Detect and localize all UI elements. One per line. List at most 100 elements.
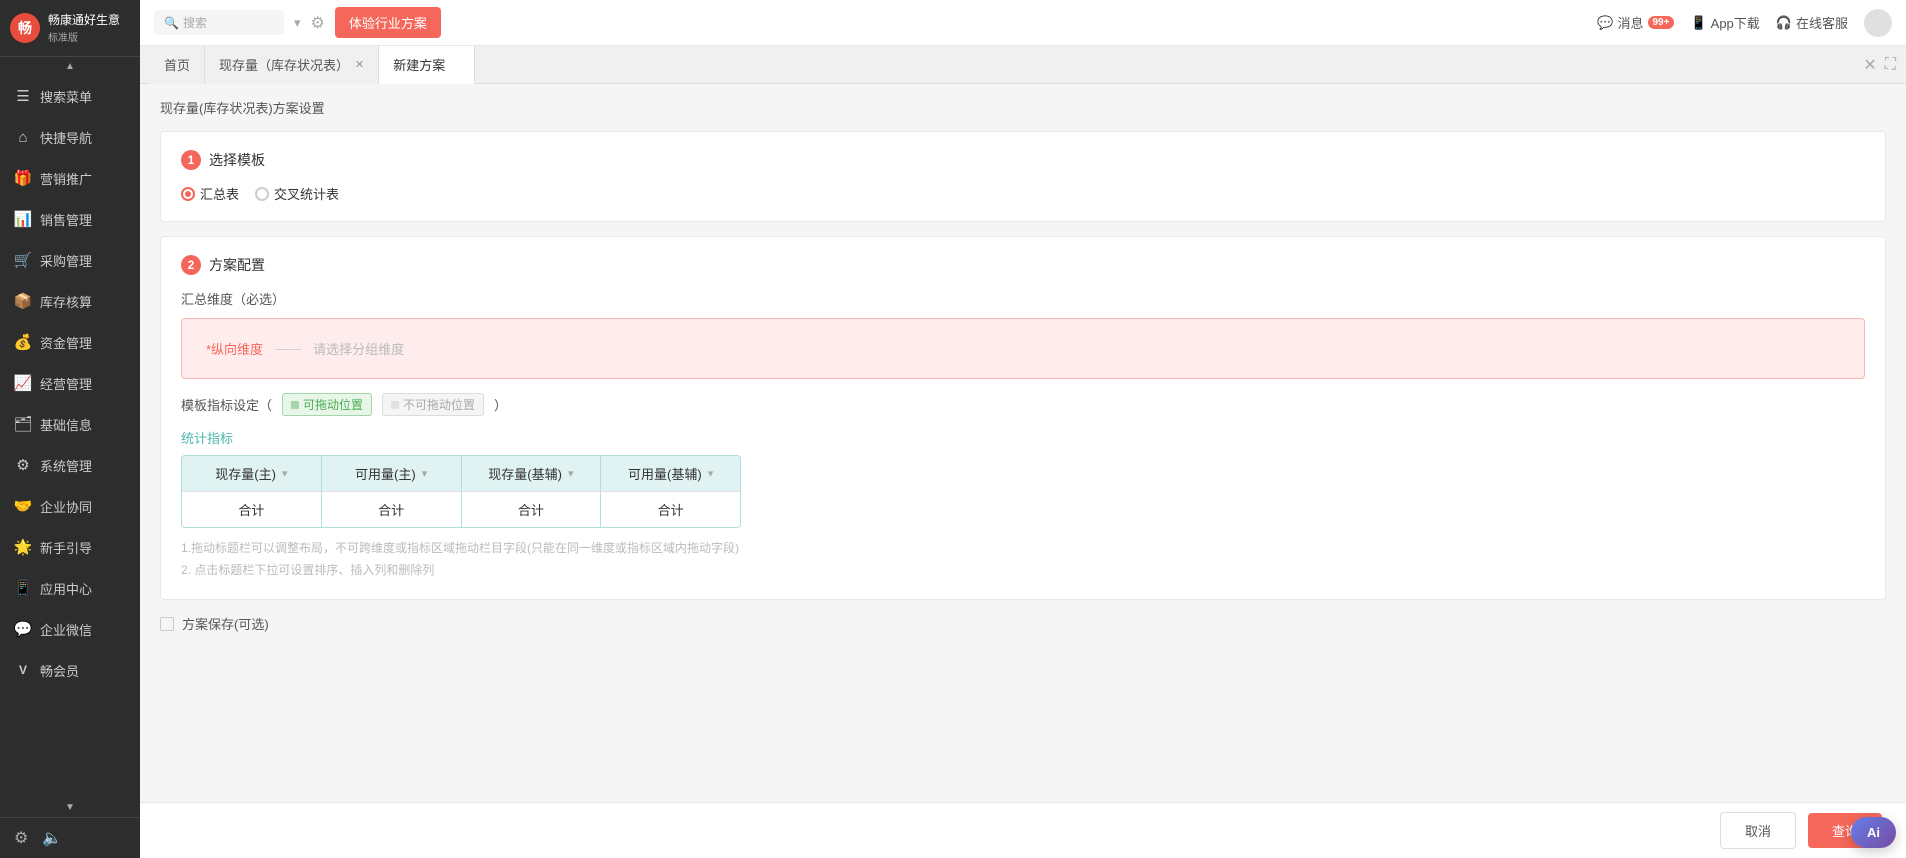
hint-section: 1.拖动标题栏可以调整布局，不可跨维度或指标区域拖动栏目字段(只能在同一维度或指… — [181, 538, 1865, 581]
col-dropdown-1[interactable]: ▾ — [422, 467, 428, 480]
no-drag-dot — [391, 401, 399, 409]
dimension-selector[interactable]: *纵向维度 —— 请选择分组维度 — [181, 318, 1865, 379]
radio-cross[interactable]: 交叉统计表 — [255, 184, 339, 203]
customer-service-label: 在线客服 — [1796, 13, 1848, 32]
sidebar-item-guide[interactable]: 🌟 新手引导 — [0, 527, 140, 568]
col-label-2: 现存量(基辅) — [488, 464, 562, 483]
col-dropdown-2[interactable]: ▾ — [568, 467, 574, 480]
col-header-3[interactable]: 可用量(基辅) ▾ — [601, 456, 740, 491]
sidebar-nav: ☰ 搜索菜单 ⌂ 快捷导航 🎁 营销推广 📊 销售管理 🛒 采购管理 📦 库存核… — [0, 76, 140, 798]
ai-float-button[interactable]: Ai — [1851, 817, 1896, 848]
dropdown-arrow[interactable]: ▾ — [294, 15, 301, 31]
user-avatar[interactable] — [1864, 9, 1892, 37]
dim-placeholder: 请选择分组维度 — [313, 339, 404, 358]
radio-cross-circle — [255, 187, 269, 201]
save-checkbox[interactable] — [160, 617, 174, 631]
sidebar-item-quick-nav[interactable]: ⌂ 快捷导航 — [0, 117, 140, 158]
sidebar-item-cooperation[interactable]: 🤝 企业协同 — [0, 486, 140, 527]
tab-new-plan[interactable]: 新建方案 ✕ — [379, 46, 475, 84]
tab-new-plan-label: 新建方案 — [393, 55, 445, 74]
sidebar-item-inventory[interactable]: 📦 库存核算 — [0, 281, 140, 322]
col-sub-label-2: 合计 — [518, 500, 544, 519]
tab-new-plan-close[interactable]: ✕ — [451, 58, 460, 71]
cart-icon: 🛒 — [14, 251, 32, 269]
col-dropdown-0[interactable]: ▾ — [282, 467, 288, 480]
search-icon: 🔍 — [164, 16, 179, 30]
col-header-2[interactable]: 现存量(基辅) ▾ — [462, 456, 602, 491]
tab-fullscreen-btn[interactable]: ⛶ — [1885, 55, 1896, 75]
drag-dot — [291, 401, 299, 409]
sidebar-item-label: 营销推广 — [40, 169, 92, 188]
folder-icon: 🗂 — [14, 415, 32, 433]
col-dropdown-3[interactable]: ▾ — [708, 467, 714, 480]
phone-icon: 📱 — [1690, 15, 1706, 31]
handshake-icon: 🤝 — [14, 497, 32, 515]
search-box[interactable]: 🔍 搜索 — [154, 10, 284, 35]
tab-inventory-label: 现存量（库存状况表） — [219, 55, 349, 74]
col-label-1: 可用量(主) — [355, 464, 416, 483]
sidebar-item-label: 经营管理 — [40, 374, 92, 393]
col-header-1[interactable]: 可用量(主) ▾ — [322, 456, 462, 491]
sound-icon[interactable]: 🔈 — [42, 828, 62, 848]
col-label-0: 现存量(主) — [215, 464, 276, 483]
topbar-gear-icon[interactable]: ⚙ — [311, 13, 325, 33]
sidebar-scroll-down[interactable]: ▼ — [0, 798, 140, 817]
dim-required-label: *纵向维度 — [206, 339, 263, 358]
tabs-actions: ✕ ⛶ — [1863, 55, 1896, 75]
col-header-0[interactable]: 现存量(主) ▾ — [182, 456, 322, 491]
member-icon: V — [14, 661, 32, 679]
cancel-button[interactable]: 取消 — [1720, 812, 1796, 849]
sidebar-scroll-up[interactable]: ▲ — [0, 57, 140, 76]
sidebar-item-management[interactable]: 📈 经营管理 — [0, 363, 140, 404]
headset-icon: 🎧 — [1776, 15, 1792, 31]
messages-badge: 99+ — [1648, 16, 1675, 29]
stat-table-header: 现存量(主) ▾ 可用量(主) ▾ 现存量(基辅) ▾ 可用量(基辅) — [182, 456, 740, 491]
sidebar-item-finance[interactable]: 💰 资金管理 — [0, 322, 140, 363]
trial-btn[interactable]: 体验行业方案 — [335, 7, 441, 38]
sidebar-item-app-center[interactable]: 📱 应用中心 — [0, 568, 140, 609]
col-sub-label-3: 合计 — [658, 500, 684, 519]
section2-header: 2 方案配置 — [181, 255, 1865, 275]
save-option: 方案保存(可选) — [160, 614, 1886, 633]
tab-close-all-btn[interactable]: ✕ — [1863, 55, 1876, 75]
no-drag-label: 不可拖动位置 — [403, 396, 475, 413]
stat-table-body-row: 合计 合计 合计 合计 — [182, 491, 740, 527]
settings-icon[interactable]: ⚙ — [14, 828, 28, 848]
sidebar-item-purchase[interactable]: 🛒 采购管理 — [0, 240, 140, 281]
radio-summary[interactable]: 汇总表 — [181, 184, 239, 203]
search-menu-icon: ☰ — [14, 87, 32, 105]
tab-inventory[interactable]: 现存量（库存状况表） ✕ — [205, 46, 379, 84]
sidebar-item-label: 企业微信 — [40, 620, 92, 639]
customer-service-item[interactable]: 🎧 在线客服 — [1776, 13, 1848, 32]
sidebar-item-system[interactable]: ⚙ 系统管理 — [0, 445, 140, 486]
sidebar-item-sales[interactable]: 📊 销售管理 — [0, 199, 140, 240]
tab-inventory-close[interactable]: ✕ — [355, 58, 364, 71]
app-version: 标准版 — [48, 29, 120, 44]
topbar: 🔍 搜索 ▾ ⚙ 体验行业方案 💬 消息 99+ 📱 App下载 🎧 在线客服 — [140, 0, 1906, 46]
dim-dash: —— — [275, 341, 301, 356]
sales-icon: 📊 — [14, 210, 32, 228]
sidebar-item-label: 采购管理 — [40, 251, 92, 270]
sidebar-item-marketing[interactable]: 🎁 营销推广 — [0, 158, 140, 199]
ai-label: Ai — [1867, 825, 1880, 840]
sidebar-item-label: 基础信息 — [40, 415, 92, 434]
tab-home[interactable]: 首页 — [150, 46, 205, 84]
messages-item[interactable]: 💬 消息 99+ — [1597, 13, 1674, 32]
app-download-label: App下载 — [1711, 13, 1760, 32]
gear-icon: ⚙ — [14, 456, 32, 474]
section1-num: 1 — [181, 150, 201, 170]
section2-title: 方案配置 — [209, 255, 265, 275]
search-placeholder: 搜索 — [183, 14, 207, 31]
drag-label: 可拖动位置 — [303, 396, 363, 413]
indicator-settings: 模板指标设定（ 可拖动位置 不可拖动位置 ） — [181, 393, 1865, 416]
sidebar-item-search[interactable]: ☰ 搜索菜单 — [0, 76, 140, 117]
section1-card: 1 选择模板 汇总表 交叉统计表 — [160, 131, 1886, 222]
hint-2: 2. 点击标题栏下拉可设置排序、插入列和删除列 — [181, 560, 1865, 582]
sidebar-item-wechat[interactable]: 💬 企业微信 — [0, 609, 140, 650]
sidebar-item-basic-info[interactable]: 🗂 基础信息 — [0, 404, 140, 445]
sidebar-item-member[interactable]: V 畅会员 — [0, 650, 140, 691]
hint-1: 1.拖动标题栏可以调整布局，不可跨维度或指标区域拖动栏目字段(只能在同一维度或指… — [181, 538, 1865, 560]
app-download-item[interactable]: 📱 App下载 — [1690, 13, 1759, 32]
radio-cross-label: 交叉统计表 — [274, 184, 339, 203]
sidebar-item-label: 企业协同 — [40, 497, 92, 516]
